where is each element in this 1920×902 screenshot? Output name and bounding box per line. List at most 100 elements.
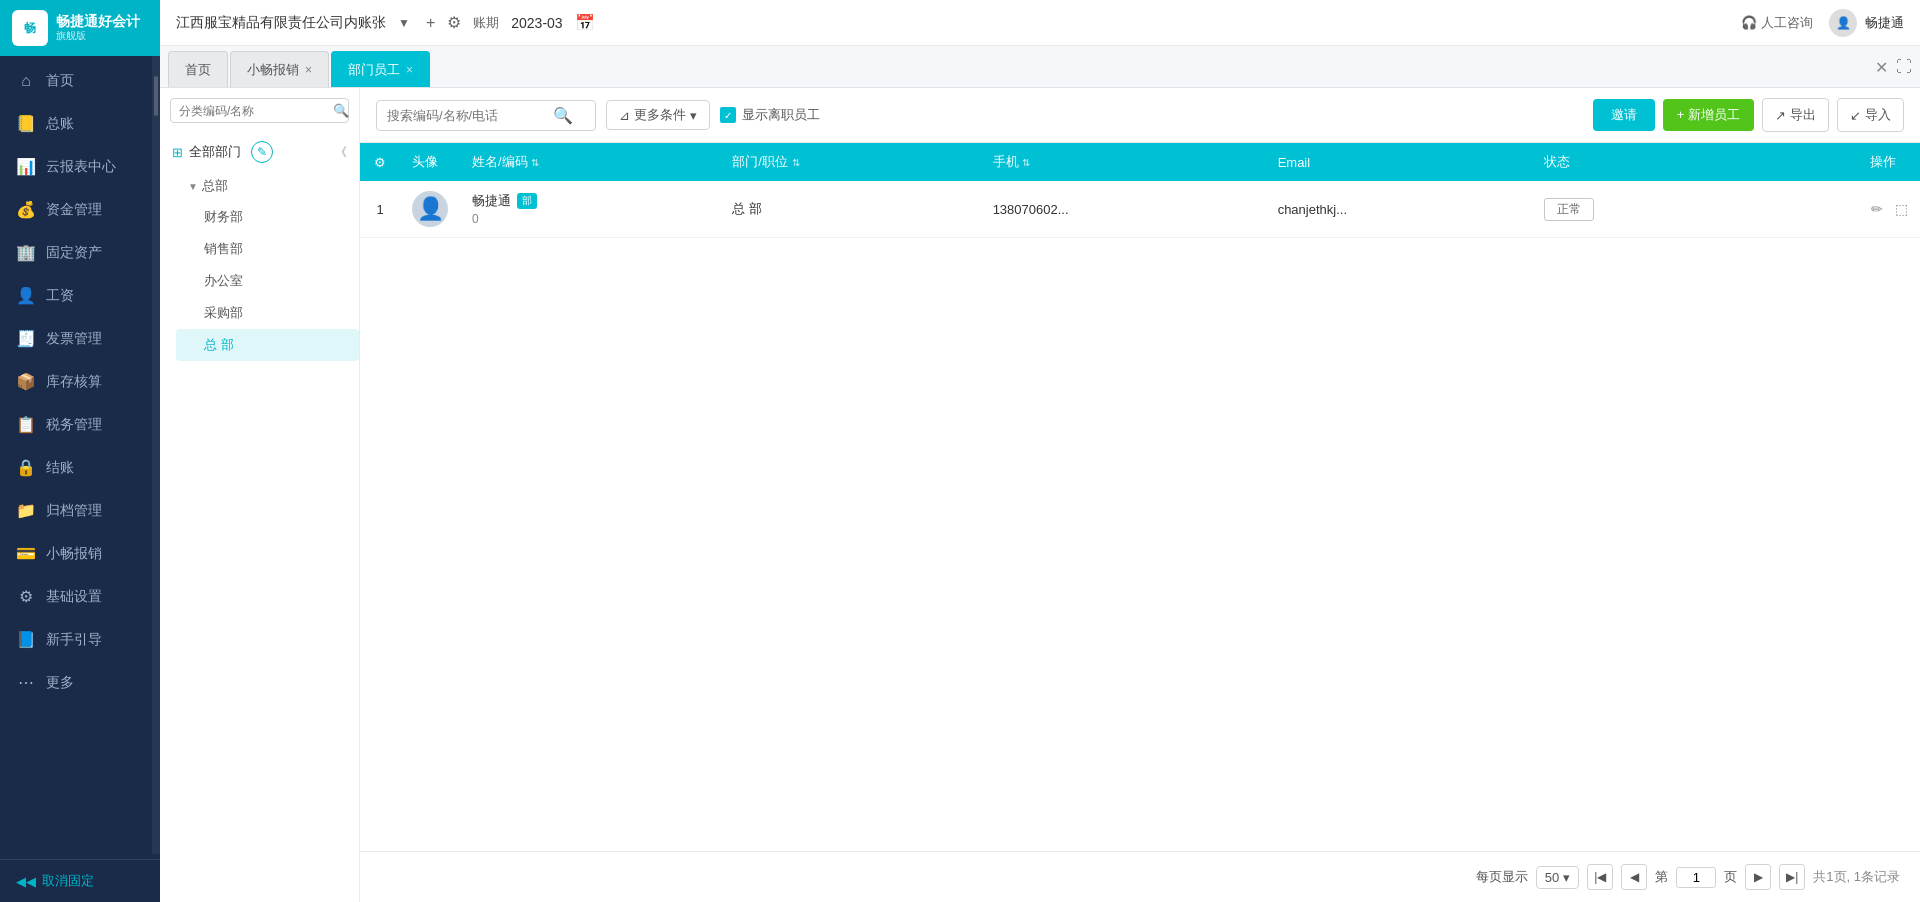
sidebar-item-more[interactable]: ⋯ 更多 bbox=[0, 661, 160, 704]
dept-collapse-button[interactable]: 《 bbox=[335, 144, 347, 161]
tab-expense-label: 小畅报销 bbox=[247, 61, 299, 79]
employee-search-icon[interactable]: 🔍 bbox=[553, 106, 573, 125]
tab-expense[interactable]: 小畅报销 × bbox=[230, 51, 329, 87]
sidebar-item-settings[interactable]: ⚙ 基础设置 bbox=[0, 575, 160, 618]
dept-item-finance[interactable]: 财务部 bbox=[176, 201, 359, 233]
sidebar-item-salary[interactable]: 👤 工资 bbox=[0, 274, 160, 317]
col-action: 操作 bbox=[1743, 143, 1920, 181]
main-area: 江西服宝精品有限责任公司内账张 ▼ + ⚙ 账期 2023-03 📅 🎧 人工咨… bbox=[160, 0, 1920, 902]
tab-home[interactable]: 首页 bbox=[168, 51, 228, 87]
sidebar-item-close[interactable]: 🔒 结账 bbox=[0, 446, 160, 489]
tab-close-all-button[interactable]: ✕ bbox=[1875, 57, 1888, 76]
show-resigned-checkbox[interactable]: ✓ bbox=[720, 107, 736, 123]
prev-page-button[interactable]: ◀ bbox=[1621, 864, 1647, 890]
export-button[interactable]: ↗ 导出 bbox=[1762, 98, 1829, 132]
last-page-button[interactable]: ▶| bbox=[1779, 864, 1805, 890]
row-actions: ✏ ⬚ bbox=[1743, 181, 1920, 238]
company-dropdown-icon[interactable]: ▼ bbox=[398, 16, 410, 30]
row-avatar: 👤 bbox=[400, 181, 460, 238]
sidebar-item-label: 税务管理 bbox=[46, 416, 102, 434]
close-month-icon: 🔒 bbox=[16, 458, 36, 477]
employee-search-box[interactable]: 🔍 bbox=[376, 100, 596, 131]
filter-label: 更多条件 bbox=[634, 106, 686, 124]
page-input-field[interactable] bbox=[1683, 870, 1709, 885]
col-gear[interactable]: ⚙ bbox=[360, 143, 400, 181]
col-dept-position[interactable]: 部门/职位 ⇅ bbox=[720, 143, 980, 181]
sidebar-item-invoice[interactable]: 🧾 发票管理 bbox=[0, 317, 160, 360]
sidebar-item-guide[interactable]: 📘 新手引导 bbox=[0, 618, 160, 661]
sidebar-item-inventory[interactable]: 📦 库存核算 bbox=[0, 360, 160, 403]
right-panel: 🔍 ⊿ 更多条件 ▾ ✓ 显示离职员工 邀请 + 新增员工 ↗ 导出 bbox=[360, 88, 1920, 902]
dept-search-input[interactable] bbox=[179, 104, 329, 118]
col-mobile[interactable]: 手机 ⇅ bbox=[981, 143, 1266, 181]
tab-expense-close[interactable]: × bbox=[305, 63, 312, 77]
page-number-input[interactable] bbox=[1676, 867, 1716, 888]
settings-icon: ⚙ bbox=[16, 587, 36, 606]
sidebar-item-expense[interactable]: 💳 小畅报销 bbox=[0, 532, 160, 575]
logo-subtitle: 旗舰版 bbox=[56, 29, 140, 43]
export-icon: ↗ bbox=[1775, 108, 1786, 123]
filter-button[interactable]: ⊿ 更多条件 ▾ bbox=[606, 100, 710, 130]
per-page-label: 每页显示 bbox=[1476, 868, 1528, 886]
logo-icon: 畅 bbox=[12, 10, 48, 46]
show-resigned-toggle[interactable]: ✓ 显示离职员工 bbox=[720, 106, 820, 124]
add-company-button[interactable]: + bbox=[426, 14, 435, 32]
calendar-icon[interactable]: 📅 bbox=[575, 13, 595, 32]
row-index: 1 bbox=[360, 181, 400, 238]
headset-icon: 🎧 bbox=[1741, 15, 1757, 30]
sidebar-scrollbar[interactable] bbox=[152, 56, 160, 854]
next-page-button[interactable]: ▶ bbox=[1745, 864, 1771, 890]
employee-table-wrapper: ⚙ 头像 姓名/编码 ⇅ 部门/职位 ⇅ 手机 bbox=[360, 143, 1920, 851]
dept-edit-button[interactable]: ✎ bbox=[251, 141, 273, 163]
invite-button[interactable]: 邀请 bbox=[1593, 99, 1655, 131]
dept-all-button[interactable]: ⊞ 全部部门 ✎ 《 bbox=[160, 133, 359, 171]
sort-mobile-icon: ⇅ bbox=[1022, 157, 1030, 168]
salary-icon: 👤 bbox=[16, 286, 36, 305]
home-icon: ⌂ bbox=[16, 72, 36, 90]
settings-button[interactable]: ⚙ bbox=[447, 13, 461, 32]
sidebar-item-reports[interactable]: 📊 云报表中心 bbox=[0, 145, 160, 188]
logout-employee-button[interactable]: ⬚ bbox=[1895, 201, 1908, 217]
import-button[interactable]: ↙ 导入 bbox=[1837, 98, 1904, 132]
dept-item-purchase[interactable]: 采购部 bbox=[176, 297, 359, 329]
tab-bar-controls: ✕ ⛶ bbox=[1875, 57, 1912, 76]
more-icon: ⋯ bbox=[16, 673, 36, 692]
support-label: 人工咨询 bbox=[1761, 14, 1813, 32]
col-name-code[interactable]: 姓名/编码 ⇅ bbox=[460, 143, 720, 181]
sidebar-item-capital[interactable]: 💰 资金管理 bbox=[0, 188, 160, 231]
sidebar-item-archive[interactable]: 📁 归档管理 bbox=[0, 489, 160, 532]
top-bar-left: 江西服宝精品有限责任公司内账张 ▼ + ⚙ 账期 2023-03 📅 bbox=[176, 13, 595, 32]
dept-item-general[interactable]: 总 部 bbox=[176, 329, 359, 361]
sidebar-item-tax[interactable]: 📋 税务管理 bbox=[0, 403, 160, 446]
dept-item-sales[interactable]: 销售部 bbox=[176, 233, 359, 265]
left-panel: 🔍 ⊞ 全部部门 ✎ 《 总部 财务部 销售部 办公室 采购部 总 部 bbox=[160, 88, 360, 902]
page-di-label: 第 bbox=[1655, 868, 1668, 886]
dept-item-office[interactable]: 办公室 bbox=[176, 265, 359, 297]
tab-dept-employee-close[interactable]: × bbox=[406, 63, 413, 77]
employee-code-text: 0 bbox=[472, 212, 708, 226]
first-page-button[interactable]: |◀ bbox=[1587, 864, 1613, 890]
dept-search-box[interactable]: 🔍 bbox=[170, 98, 349, 123]
sidebar-item-home[interactable]: ⌂ 首页 bbox=[0, 60, 160, 102]
sidebar-item-assets[interactable]: 🏢 固定资产 bbox=[0, 231, 160, 274]
ledger-icon: 📒 bbox=[16, 114, 36, 133]
sort-dept-icon: ⇅ bbox=[792, 157, 800, 168]
row-dept: 总 部 bbox=[720, 181, 980, 238]
tab-maximize-button[interactable]: ⛶ bbox=[1896, 58, 1912, 76]
import-icon: ↙ bbox=[1850, 108, 1861, 123]
edit-employee-button[interactable]: ✏ bbox=[1871, 201, 1883, 217]
support-button[interactable]: 🎧 人工咨询 bbox=[1741, 14, 1813, 32]
tab-dept-employee[interactable]: 部门员工 × bbox=[331, 51, 430, 87]
employee-search-input[interactable] bbox=[387, 108, 547, 123]
row-email: chanjethkj... bbox=[1266, 181, 1532, 238]
sidebar-pin-toggle[interactable]: ◀◀ 取消固定 bbox=[0, 859, 160, 902]
user-area[interactable]: 👤 畅捷通 bbox=[1829, 9, 1904, 37]
user-name: 畅捷通 bbox=[1865, 14, 1904, 32]
add-employee-button[interactable]: + 新增员工 bbox=[1663, 99, 1754, 131]
sidebar-item-ledger[interactable]: 📒 总账 bbox=[0, 102, 160, 145]
dept-group-general[interactable]: 总部 bbox=[176, 171, 359, 201]
dept-search-icon[interactable]: 🔍 bbox=[333, 103, 349, 118]
per-page-select[interactable]: 50 ▾ bbox=[1536, 866, 1579, 889]
sidebar-item-label: 小畅报销 bbox=[46, 545, 102, 563]
col-status: 状态 bbox=[1532, 143, 1743, 181]
